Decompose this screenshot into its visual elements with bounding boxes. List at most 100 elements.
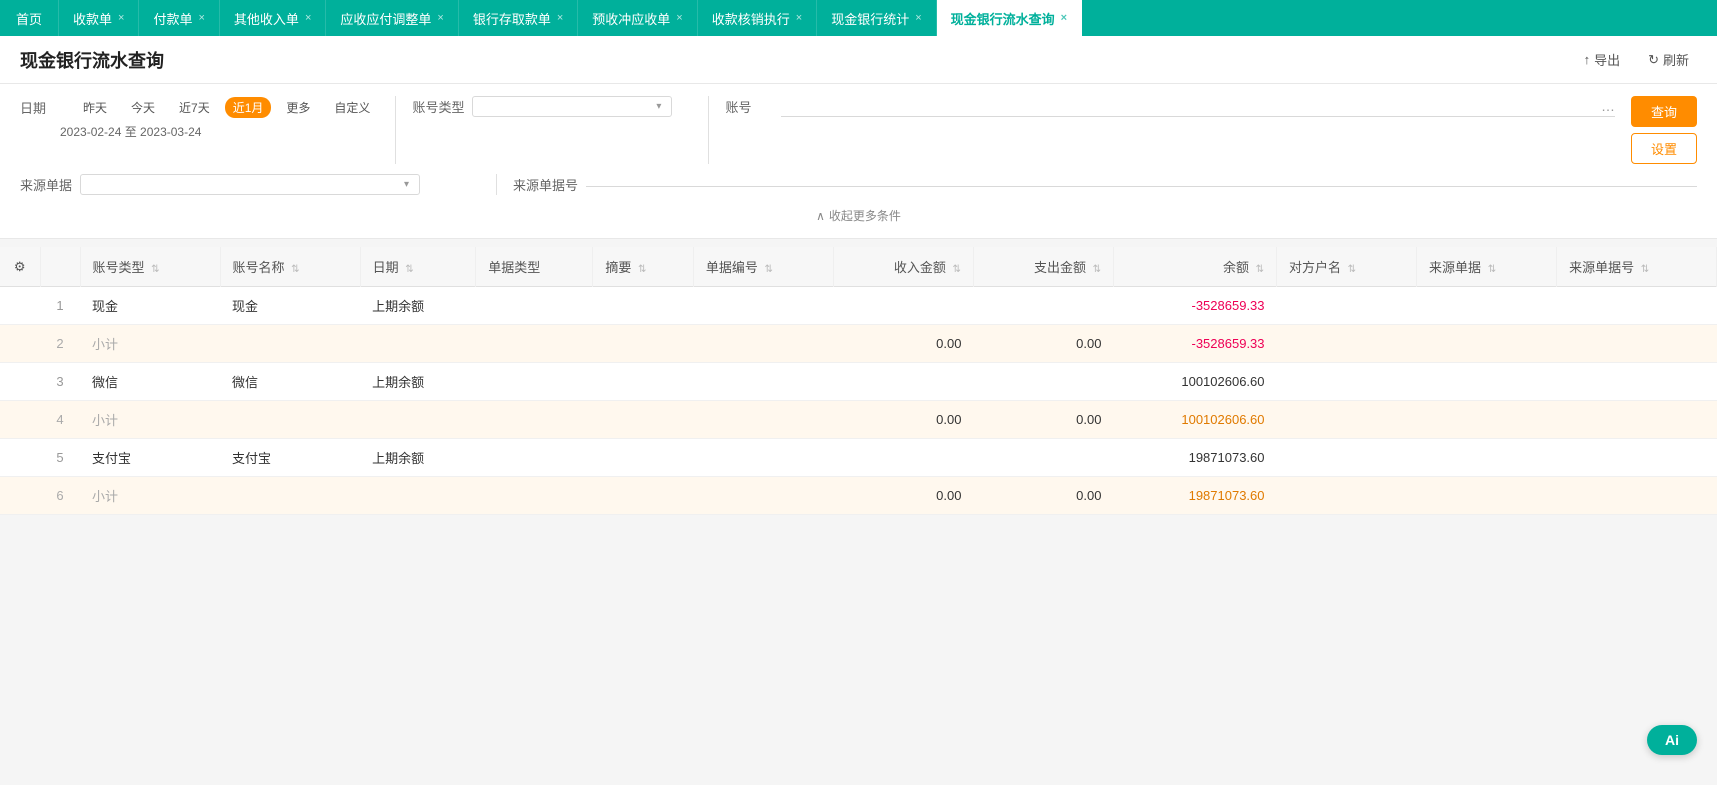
- cell-doc-no: [693, 325, 833, 363]
- nav-tab-5[interactable]: 预收冲应收单 ×: [578, 0, 697, 36]
- nav-tab-6[interactable]: 收款核销执行 ×: [698, 0, 817, 36]
- collapse-bar[interactable]: ∧ 收起更多条件: [20, 201, 1697, 226]
- close-icon[interactable]: ×: [557, 12, 563, 24]
- cell-account-name: [220, 325, 360, 363]
- date-btn-more[interactable]: 更多: [277, 96, 319, 119]
- cell-no: 2: [40, 325, 80, 363]
- cell-summary: [593, 477, 693, 515]
- close-icon[interactable]: ×: [676, 12, 682, 24]
- close-icon[interactable]: ×: [915, 12, 921, 24]
- col-gear[interactable]: ⚙: [0, 247, 40, 287]
- cell-date: [360, 477, 476, 515]
- cell-income: 0.00: [833, 325, 973, 363]
- cell-source-doc-no: [1557, 325, 1717, 363]
- date-btn-custom[interactable]: 自定义: [325, 96, 379, 119]
- cell-source-doc-no: [1557, 363, 1717, 401]
- close-icon[interactable]: ×: [437, 12, 443, 24]
- source-doc-select[interactable]: ▾: [80, 174, 420, 195]
- col-account-type[interactable]: 账号类型 ⇅: [80, 247, 220, 287]
- cell-counterpart: [1277, 401, 1417, 439]
- cell-gear: [0, 363, 40, 401]
- account-type-select[interactable]: ▾: [472, 96, 672, 117]
- cell-source-doc: [1417, 439, 1557, 477]
- sort-icon: ⇅: [953, 264, 961, 275]
- cell-gear: [0, 325, 40, 363]
- nav-home[interactable]: 首页: [0, 0, 59, 36]
- cell-summary: [593, 287, 693, 325]
- source-doc-no-wrapper: [586, 182, 1697, 187]
- cell-account-type: 支付宝: [80, 439, 220, 477]
- nav-tab-8[interactable]: 现金银行流水查询 ×: [937, 0, 1082, 36]
- table-row: 2 小计 0.00 0.00 -3528659.33: [0, 325, 1717, 363]
- close-icon[interactable]: ×: [1061, 12, 1067, 24]
- cell-doc-no: [693, 363, 833, 401]
- cell-no: 1: [40, 287, 80, 325]
- account-dots-button[interactable]: …: [1601, 98, 1615, 114]
- col-source-doc-no[interactable]: 来源单据号 ⇅: [1557, 247, 1717, 287]
- date-label: 日期: [20, 98, 68, 117]
- settings-button[interactable]: 设置: [1631, 133, 1697, 164]
- cell-expense: 0.00: [973, 401, 1113, 439]
- col-doc-no[interactable]: 单据编号 ⇅: [693, 247, 833, 287]
- date-range-text: 2023-02-24 至 2023-03-24: [60, 125, 201, 139]
- header-actions: ↑ 导出 ↻ 刷新: [1576, 46, 1697, 73]
- gear-icon[interactable]: ⚙: [14, 259, 26, 274]
- cell-doc-type: [476, 477, 593, 515]
- col-doc-type[interactable]: 单据类型: [476, 247, 593, 287]
- cell-balance: 100102606.60: [1113, 363, 1276, 401]
- nav-tab-3[interactable]: 应收应付调整单 ×: [326, 0, 458, 36]
- nav-tab-0[interactable]: 收款单 ×: [59, 0, 139, 36]
- date-btn-7days[interactable]: 近7天: [170, 96, 219, 119]
- cell-doc-type: [476, 287, 593, 325]
- page-title: 现金银行流水查询: [20, 47, 164, 73]
- refresh-button[interactable]: ↻ 刷新: [1640, 46, 1697, 73]
- divider-2: [708, 96, 709, 164]
- col-date[interactable]: 日期 ⇅: [360, 247, 476, 287]
- date-btn-1month[interactable]: 近1月: [225, 97, 272, 118]
- account-type-label: 账号类型: [412, 97, 464, 116]
- cell-gear: [0, 401, 40, 439]
- cell-account-name: 支付宝: [220, 439, 360, 477]
- sort-icon: ⇅: [405, 264, 413, 275]
- close-icon[interactable]: ×: [305, 12, 311, 24]
- date-btn-yesterday[interactable]: 昨天: [74, 96, 116, 119]
- cell-account-type: 小计: [80, 401, 220, 439]
- nav-tab-7[interactable]: 现金银行统计 ×: [817, 0, 936, 36]
- cell-source-doc: [1417, 401, 1557, 439]
- col-no: [40, 247, 80, 287]
- cell-counterpart: [1277, 477, 1417, 515]
- date-btn-today[interactable]: 今天: [122, 96, 164, 119]
- chevron-up-icon: ∧: [816, 209, 825, 223]
- col-expense[interactable]: 支出金额 ⇅: [973, 247, 1113, 287]
- table-container: ⚙ 账号类型 ⇅ 账号名称 ⇅ 日期 ⇅ 单据类型: [0, 247, 1717, 515]
- cell-source-doc-no: [1557, 287, 1717, 325]
- col-balance[interactable]: 余额 ⇅: [1113, 247, 1276, 287]
- cell-income: [833, 363, 973, 401]
- col-account-name[interactable]: 账号名称 ⇅: [220, 247, 360, 287]
- ai-badge[interactable]: Ai: [1647, 725, 1697, 755]
- close-icon[interactable]: ×: [118, 12, 124, 24]
- cell-expense: 0.00: [973, 325, 1113, 363]
- cell-balance: 100102606.60: [1113, 401, 1276, 439]
- cell-account-type: 小计: [80, 325, 220, 363]
- table-row: 1 现金 现金 上期余额 -3528659.33: [0, 287, 1717, 325]
- search-button[interactable]: 查询: [1631, 96, 1697, 127]
- cell-doc-type: [476, 363, 593, 401]
- nav-tab-1[interactable]: 付款单 ×: [139, 0, 219, 36]
- top-nav: 首页 收款单 × 付款单 × 其他收入单 × 应收应付调整单 × 银行存取款单 …: [0, 0, 1717, 36]
- cell-date: 上期余额: [360, 439, 476, 477]
- col-summary[interactable]: 摘要 ⇅: [593, 247, 693, 287]
- account-label: 账号: [725, 97, 773, 116]
- nav-tab-2[interactable]: 其他收入单 ×: [220, 0, 326, 36]
- close-icon[interactable]: ×: [796, 12, 802, 24]
- cell-income: 0.00: [833, 401, 973, 439]
- cell-summary: [593, 325, 693, 363]
- col-counterpart[interactable]: 对方户名 ⇅: [1277, 247, 1417, 287]
- cell-source-doc: [1417, 325, 1557, 363]
- close-icon[interactable]: ×: [198, 12, 204, 24]
- export-button[interactable]: ↑ 导出: [1576, 46, 1629, 73]
- nav-tab-4[interactable]: 银行存取款单 ×: [459, 0, 578, 36]
- col-source-doc[interactable]: 来源单据 ⇅: [1417, 247, 1557, 287]
- cell-expense: [973, 363, 1113, 401]
- col-income[interactable]: 收入金额 ⇅: [833, 247, 973, 287]
